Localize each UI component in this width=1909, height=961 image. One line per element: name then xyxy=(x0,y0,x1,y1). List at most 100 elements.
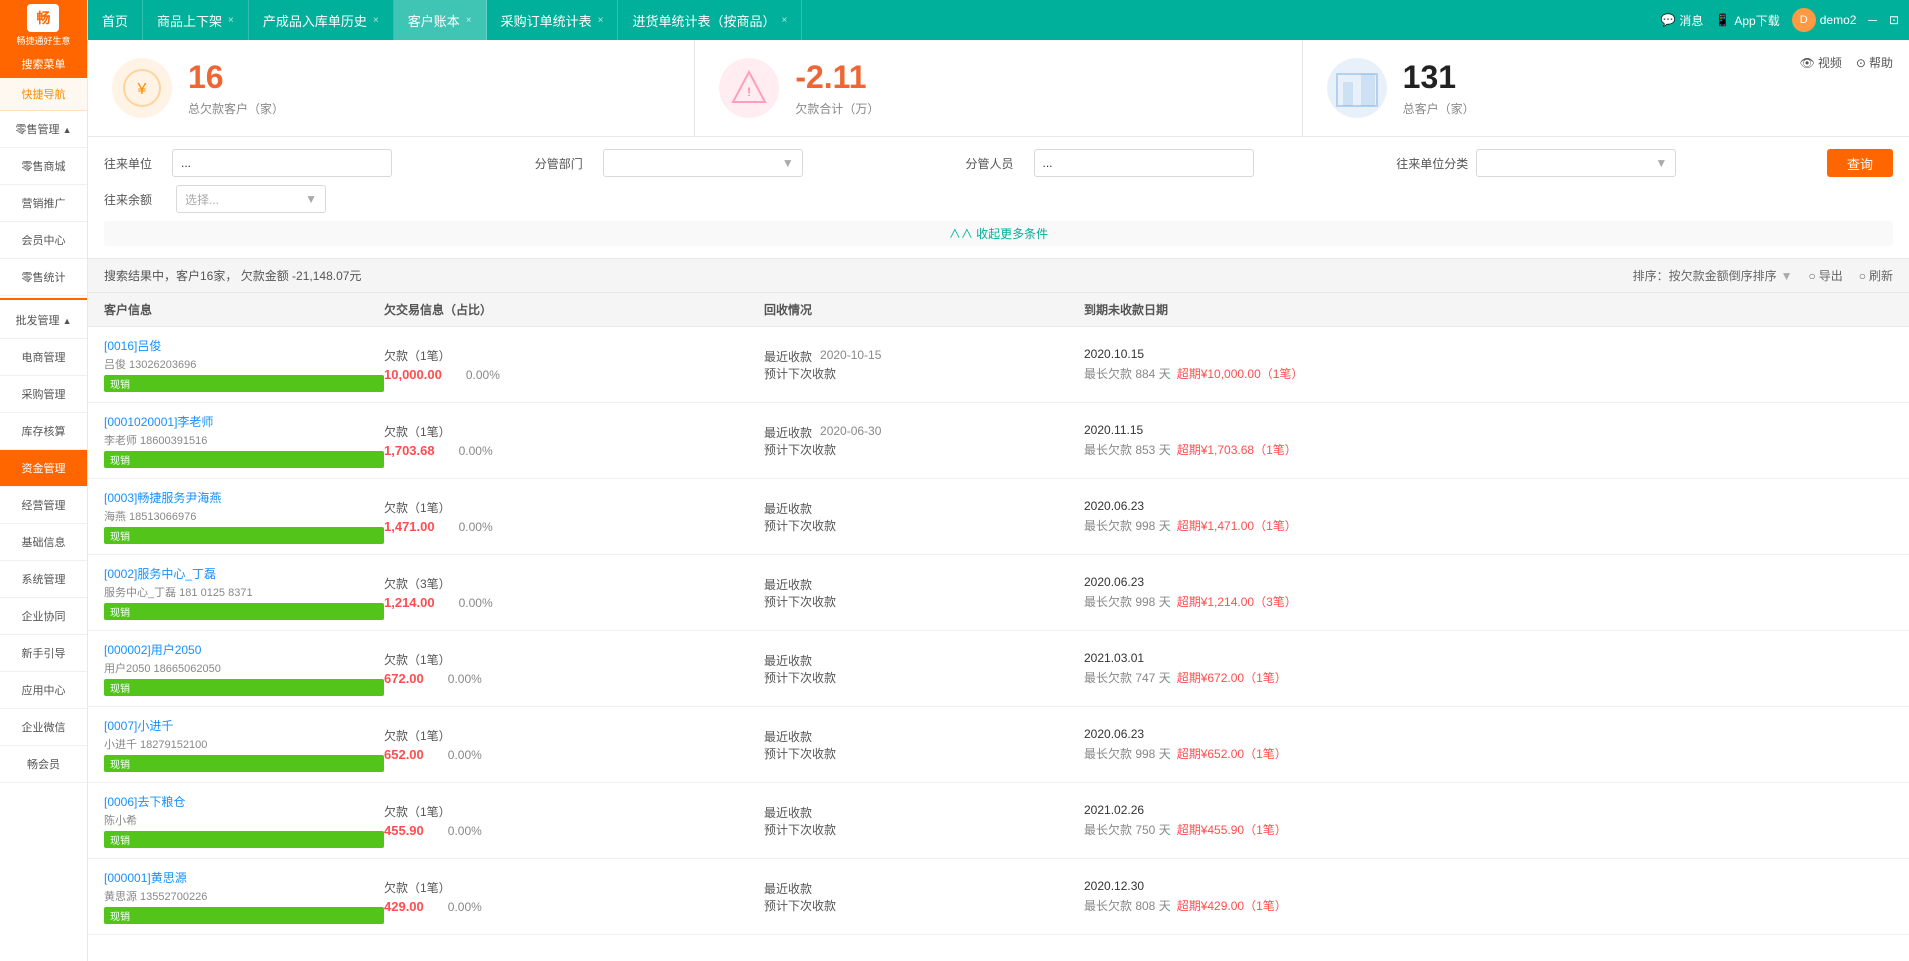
sidebar-item-retail-stats[interactable]: 零售统计 xyxy=(0,259,87,296)
close-tab-product-history[interactable]: × xyxy=(373,15,379,26)
sort-select[interactable]: 排序：按欠款金额倒序排序 ▼ xyxy=(1633,267,1793,284)
sidebar-item-ecommerce[interactable]: 电商管理 xyxy=(0,339,87,376)
message-icon: 💬 xyxy=(1660,13,1675,27)
customer-name-3[interactable]: [0002]服务中心_丁磊 xyxy=(104,565,384,582)
eye-icon: 👁 xyxy=(1800,56,1815,70)
unit-category-arrow-icon: ▼ xyxy=(1655,156,1667,170)
customer-info-1: [0001020001]李老师 李老师 18600391516 现销 xyxy=(104,413,384,468)
customer-name-7[interactable]: [000001]黄思源 xyxy=(104,869,384,886)
minimize-icon[interactable]: ─ xyxy=(1868,13,1877,27)
table-row: [000001]黄思源 黄思源 13552700226 现销 欠款（1笔） 42… xyxy=(88,859,1909,935)
sidebar-item-retail-mgmt[interactable]: 零售管理 ▲ xyxy=(0,111,87,148)
table-row: [0007]小进千 小进千 18279152100 现销 欠款（1笔） 652.… xyxy=(88,707,1909,783)
tab-product-history[interactable]: 产成品入库单历史 × xyxy=(249,0,394,40)
sidebar-item-inventory[interactable]: 库存核算 xyxy=(0,413,87,450)
customer-name-5[interactable]: [0007]小进千 xyxy=(104,717,384,734)
customer-info-7: [000001]黄思源 黄思源 13552700226 现销 xyxy=(104,869,384,924)
person-input[interactable]: ... xyxy=(1034,149,1254,177)
stat-card-total-customers: 131 总客户（家） 👁 视频 ⊙ 帮助 xyxy=(1303,40,1909,136)
sidebar-nav: 零售管理 ▲ 零售商城 营销推广 会员中心 零售统计 批发管理 ▲ 电商管理 xyxy=(0,111,87,961)
balance-label: 往来余额 xyxy=(104,191,164,208)
duedate-info-1: 2020.11.15 最长欠款 853 天 超期¥1,703.68（1笔） xyxy=(1084,413,1893,468)
filter-row-2: 往来余额 选择... ▼ xyxy=(104,185,1893,213)
sidebar-item-enterprise-coop[interactable]: 企业协同 xyxy=(0,598,87,635)
balance-select[interactable]: 选择... ▼ xyxy=(176,185,326,213)
dept-select[interactable]: ▼ xyxy=(603,149,803,177)
overdue-amount-0[interactable]: 超期¥10,000.00（1笔） xyxy=(1177,365,1304,382)
collapse-filters-btn[interactable]: ∧∧ 收起更多条件 xyxy=(104,221,1893,246)
debt-amount-0[interactable]: 10,000.00 xyxy=(384,367,442,382)
table-row: [0006]去下粮仓 陈小希 现销 欠款（1笔） 455.90 0.00% 最近… xyxy=(88,783,1909,859)
debt-total-number: -2.11 xyxy=(795,59,879,96)
customer-name-6[interactable]: [0006]去下粮仓 xyxy=(104,793,384,810)
message-btn[interactable]: 💬 消息 xyxy=(1660,12,1703,29)
refresh-btn[interactable]: ○ 刷新 xyxy=(1859,267,1893,284)
sidebar-item-member-vip[interactable]: 畅会员 xyxy=(0,746,87,783)
avatar: D xyxy=(1792,8,1816,32)
export-btn[interactable]: ○ 导出 xyxy=(1808,267,1842,284)
close-tab-purchase-order-stats[interactable]: × xyxy=(598,15,604,26)
svg-text:!: ! xyxy=(748,85,751,99)
table-row: [0001020001]李老师 李老师 18600391516 现销 欠款（1笔… xyxy=(88,403,1909,479)
sidebar-item-newbie-guide[interactable]: 新手引导 xyxy=(0,635,87,672)
search-menu-btn[interactable]: 搜索菜单 xyxy=(0,50,87,78)
help-btn[interactable]: ⊙ 帮助 xyxy=(1856,54,1893,71)
sidebar-item-retail-mall[interactable]: 零售商城 xyxy=(0,148,87,185)
unit-category-select[interactable]: ▼ xyxy=(1476,149,1676,177)
user-avatar[interactable]: D demo2 xyxy=(1792,8,1857,32)
dept-arrow-icon: ▼ xyxy=(782,156,794,170)
close-tab-customer-account[interactable]: × xyxy=(466,15,472,26)
tab-product-offline[interactable]: 商品上下架 × xyxy=(143,0,249,40)
last-collect-label-0: 最近收款 xyxy=(764,348,812,365)
debt-info-2: 欠款（1笔） 1,471.00 0.00% xyxy=(384,489,764,544)
duedate-info-0: 2020.10.15 最长欠款 884 天 超期¥10,000.00（1笔） xyxy=(1084,337,1893,392)
sidebar-item-ops-mgmt[interactable]: 经营管理 xyxy=(0,487,87,524)
query-button[interactable]: 查询 xyxy=(1827,149,1893,177)
view-btn[interactable]: 👁 视频 xyxy=(1800,54,1842,71)
debt-total-icon: ! xyxy=(719,58,779,118)
customer-name-1[interactable]: [0001020001]李老师 xyxy=(104,413,384,430)
customer-info-6: [0006]去下粮仓 陈小希 现销 xyxy=(104,793,384,848)
customer-tag-1: 现销 xyxy=(104,451,384,468)
quick-nav-label: 快捷导航 xyxy=(0,78,87,111)
app-download-btn[interactable]: 📱 App下载 xyxy=(1715,12,1779,29)
close-tab-purchase-stats-by-product[interactable]: × xyxy=(781,15,787,26)
customer-tag-0: 现销 xyxy=(104,375,384,392)
debt-amount-2[interactable]: 1,471.00 xyxy=(384,519,435,534)
sort-label: 排序：按欠款金额倒序排序 xyxy=(1633,267,1777,284)
sidebar-item-member-center[interactable]: 会员中心 xyxy=(0,222,87,259)
maximize-icon[interactable]: ⊡ xyxy=(1889,13,1899,27)
debt-amount-1[interactable]: 1,703.68 xyxy=(384,443,435,458)
sidebar-item-enterprise-wechat[interactable]: 企业微信 xyxy=(0,709,87,746)
overdue-amount-1[interactable]: 超期¥1,703.68（1笔） xyxy=(1177,441,1297,458)
tab-customer-account[interactable]: 客户账本 × xyxy=(394,0,487,40)
tab-purchase-order-stats[interactable]: 采购订单统计表 × xyxy=(487,0,619,40)
customer-tag-2: 现销 xyxy=(104,527,384,544)
sidebar-item-system-mgmt[interactable]: 系统管理 xyxy=(0,561,87,598)
source-unit-input[interactable]: ... xyxy=(172,149,392,177)
total-customers-icon xyxy=(1327,58,1387,118)
tab-home[interactable]: 首页 xyxy=(88,0,143,40)
sidebar-item-app-center[interactable]: 应用中心 xyxy=(0,672,87,709)
debt-summary: 欠款金额 -21,148.07元 xyxy=(241,269,362,283)
results-summary: 搜索结果中，客户16家 xyxy=(104,269,225,283)
tab-purchase-stats-by-product[interactable]: 进货单统计表（按商品） × xyxy=(618,0,802,40)
debt-ratio-1: 0.00% xyxy=(459,444,493,458)
close-tab-product-offline[interactable]: × xyxy=(228,15,234,26)
customer-name-2[interactable]: [0003]畅捷服务尹海燕 xyxy=(104,489,384,506)
sidebar-item-batch-mgmt[interactable]: 批发管理 ▲ xyxy=(0,302,87,339)
debt-info-0: 欠款（1笔） 10,000.00 0.00% xyxy=(384,337,764,392)
table-row: [000002]用户2050 用户2050 18665062050 现销 欠款（… xyxy=(88,631,1909,707)
collapse-icon: ∧∧ xyxy=(949,227,973,241)
customer-info-3: [0002]服务中心_丁磊 服务中心_丁磊 181 0125 8371 现销 xyxy=(104,565,384,620)
customer-name-0[interactable]: [0016]吕俊 xyxy=(104,337,384,354)
sidebar-item-purchase-mgmt[interactable]: 采购管理 xyxy=(0,376,87,413)
top-nav: 首页 商品上下架 × 产成品入库单历史 × 客户账本 × 采购订单统计表 × 进… xyxy=(88,0,1909,40)
sidebar-item-marketing[interactable]: 营销推广 xyxy=(0,185,87,222)
sidebar-item-basic-info[interactable]: 基础信息 xyxy=(0,524,87,561)
overdue-days-0: 最长欠款 884 天 xyxy=(1084,365,1171,382)
table-row: [0003]畅捷服务尹海燕 海燕 18513066976 现销 欠款（1笔） 1… xyxy=(88,479,1909,555)
customer-name-4[interactable]: [000002]用户2050 xyxy=(104,641,384,658)
total-customers-number: 131 xyxy=(1403,59,1475,96)
sidebar-item-finance[interactable]: 资金管理 xyxy=(0,450,87,487)
